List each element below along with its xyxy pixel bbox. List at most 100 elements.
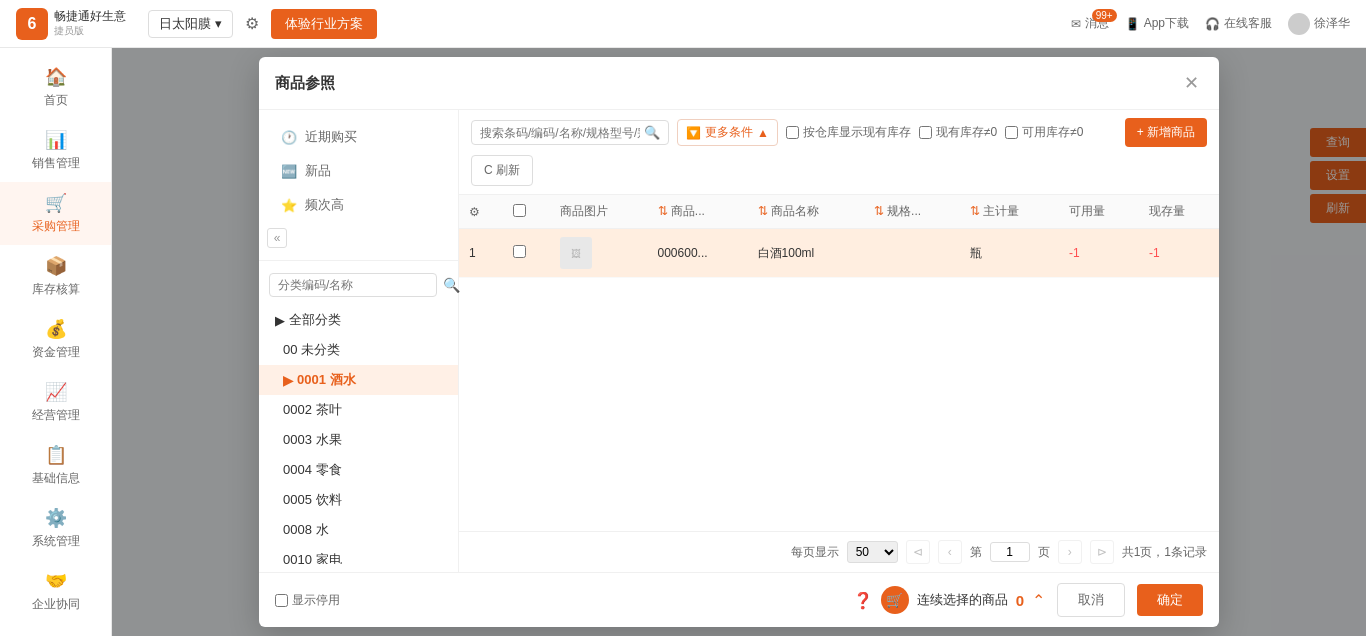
th-name[interactable]: ⇅ 商品名称 xyxy=(748,195,864,229)
page-first-button[interactable]: ⊲ xyxy=(906,540,930,564)
user-item[interactable]: 徐泽华 xyxy=(1288,13,1350,35)
th-spec[interactable]: ⇅ 规格... xyxy=(864,195,960,229)
table-row[interactable]: 1 🖼 000600... 白酒100ml xyxy=(459,229,1219,278)
page-next-button[interactable]: › xyxy=(1058,540,1082,564)
page-last-button[interactable]: ⊳ xyxy=(1090,540,1114,564)
cat-item-0008[interactable]: 0008 水 xyxy=(259,515,458,545)
logo: 6 畅捷通好生意 捷员版 xyxy=(16,8,136,40)
category-search-icon[interactable]: 🔍 xyxy=(443,277,460,293)
th-unit[interactable]: ⇅ 主计量 xyxy=(960,195,1059,229)
left-menu-frequent[interactable]: ⭐ 频次高 xyxy=(271,190,446,220)
cell-unit: 瓶 xyxy=(960,229,1059,278)
sidebar-item-sales[interactable]: 📊 销售管理 xyxy=(0,119,111,182)
add-product-button[interactable]: + 新增商品 xyxy=(1125,118,1207,147)
checkbox-warehouse-stock-input[interactable] xyxy=(786,126,799,139)
cat-item-00[interactable]: 00 未分类 xyxy=(259,335,458,365)
nav-selector[interactable]: 日太阳膜 ▾ xyxy=(148,10,233,38)
help-icon[interactable]: ❓ xyxy=(853,591,873,610)
cart-collapse-icon[interactable]: ⌃ xyxy=(1032,591,1045,610)
cat-item-0002[interactable]: 0002 茶叶 xyxy=(259,395,458,425)
finance-icon: 💰 xyxy=(45,318,67,340)
sidebar-item-purchase[interactable]: 🛒 采购管理 xyxy=(0,182,111,245)
left-panel-collapse-button[interactable]: « xyxy=(267,228,287,248)
sidebar-item-basic[interactable]: 📋 基础信息 xyxy=(0,434,111,497)
product-search-input[interactable] xyxy=(480,126,640,140)
messages-item[interactable]: ✉ 消息 99+ xyxy=(1071,15,1109,32)
settings-icon[interactable]: ⚙ xyxy=(245,14,259,33)
show-disabled-checkbox[interactable] xyxy=(275,594,288,607)
cat-item-0001[interactable]: ▶ 0001 酒水 xyxy=(259,365,458,395)
checkbox-current-stock-input[interactable] xyxy=(919,126,932,139)
total-info: 共1页，1条记录 xyxy=(1122,544,1207,561)
confirm-button[interactable]: 确定 xyxy=(1137,584,1203,616)
product-table: ⚙ 商品图片 xyxy=(459,195,1219,278)
sidebar-item-enterprise[interactable]: 🤝 企业协同 xyxy=(0,560,111,623)
sidebar-item-finance[interactable]: 💰 资金管理 xyxy=(0,308,111,371)
trial-button[interactable]: 体验行业方案 xyxy=(271,9,377,39)
modal-close-button[interactable]: ✕ xyxy=(1179,71,1203,95)
cat-item-0010[interactable]: 0010 家电 xyxy=(259,545,458,564)
chevron-down-icon: ▾ xyxy=(215,16,222,31)
sidebar-item-business[interactable]: 📈 经营管理 xyxy=(0,371,111,434)
category-list: ▶ 全部分类 00 未分类 ▶ 0001 酒水 0002 茶 xyxy=(259,301,458,564)
online-service-label: 在线客服 xyxy=(1224,15,1272,32)
page-number-input[interactable] xyxy=(990,542,1030,562)
enterprise-icon: 🤝 xyxy=(45,570,67,592)
recent-label: 近期购买 xyxy=(305,128,357,146)
product-search-icon[interactable]: 🔍 xyxy=(644,125,660,140)
sidebar-item-guide[interactable]: 📖 新手引导 xyxy=(0,623,111,636)
th-code[interactable]: ⇅ 商品... xyxy=(648,195,748,229)
sort-icon-spec: ⇅ xyxy=(874,204,884,218)
th-available: 可用量 xyxy=(1059,195,1139,229)
checkbox-available-stock[interactable]: 可用库存≠0 xyxy=(1005,124,1083,141)
more-filter-button[interactable]: 🔽 更多条件 ▲ xyxy=(677,119,778,146)
category-search-input[interactable] xyxy=(269,273,437,297)
left-panel: 🕐 近期购买 🆕 新品 ⭐ 频次高 xyxy=(259,110,459,572)
cat-label-0002: 0002 茶叶 xyxy=(283,401,342,419)
modal-overlay: 商品参照 ✕ 🕐 近期购买 🆕 xyxy=(112,48,1366,636)
th-settings: ⚙ xyxy=(459,195,503,229)
main-layout: 🏠 首页 📊 销售管理 🛒 采购管理 📦 库存核算 💰 资金管理 📈 经营管理 … xyxy=(0,48,1366,636)
checkbox-available-stock-input[interactable] xyxy=(1005,126,1018,139)
show-disabled-checkbox-group[interactable]: 显示停用 xyxy=(275,592,340,609)
cart-label: 连续选择的商品 xyxy=(917,591,1008,609)
sidebar-item-home[interactable]: 🏠 首页 xyxy=(0,56,111,119)
app-download-item[interactable]: 📱 App下载 xyxy=(1125,15,1189,32)
refresh-button[interactable]: C 刷新 xyxy=(471,155,533,186)
cat-label-0001: 0001 酒水 xyxy=(297,371,356,389)
cancel-button[interactable]: 取消 xyxy=(1057,583,1125,617)
basic-icon: 📋 xyxy=(45,444,67,466)
select-all-checkbox[interactable] xyxy=(513,204,526,217)
checkbox-warehouse-stock[interactable]: 按仓库显示现有库存 xyxy=(786,124,911,141)
settings-col-icon[interactable]: ⚙ xyxy=(469,205,480,219)
cat-item-0003[interactable]: 0003 水果 xyxy=(259,425,458,455)
row-checkbox[interactable] xyxy=(513,245,526,258)
sidebar-label-system: 系统管理 xyxy=(32,533,80,550)
online-service-item[interactable]: 🎧 在线客服 xyxy=(1205,15,1272,32)
frequent-label: 频次高 xyxy=(305,196,344,214)
sidebar-label-sales: 销售管理 xyxy=(32,155,80,172)
sort-icon-name: ⇅ xyxy=(758,204,768,218)
new-label: 新品 xyxy=(305,162,331,180)
expand-icon: ▶ xyxy=(275,313,285,328)
sidebar-item-inventory[interactable]: 📦 库存核算 xyxy=(0,245,111,308)
system-icon: ⚙️ xyxy=(45,507,67,529)
table-header: ⚙ 商品图片 xyxy=(459,195,1219,229)
per-page-select[interactable]: 50 10 20 100 xyxy=(847,541,898,563)
left-menu-recent[interactable]: 🕐 近期购买 xyxy=(271,122,446,152)
cat-item-0004[interactable]: 0004 零食 xyxy=(259,455,458,485)
cat-item-all[interactable]: ▶ 全部分类 xyxy=(259,305,458,335)
clock-icon: 🕐 xyxy=(281,130,297,145)
cat-item-0005[interactable]: 0005 饮料 xyxy=(259,485,458,515)
sidebar-label-home: 首页 xyxy=(44,92,68,109)
username-label: 徐泽华 xyxy=(1314,15,1350,32)
sidebar-label-inventory: 库存核算 xyxy=(32,281,80,298)
cart-count: 0 xyxy=(1016,592,1024,609)
page-prev-button[interactable]: ‹ xyxy=(938,540,962,564)
checkbox-current-stock[interactable]: 现有库存≠0 xyxy=(919,124,997,141)
star-icon: ⭐ xyxy=(281,198,297,213)
left-menu-new[interactable]: 🆕 新品 xyxy=(271,156,446,186)
sidebar-item-system[interactable]: ⚙️ 系统管理 xyxy=(0,497,111,560)
message-icon: ✉ xyxy=(1071,17,1081,31)
cart-button[interactable]: 🛒 xyxy=(881,586,909,614)
